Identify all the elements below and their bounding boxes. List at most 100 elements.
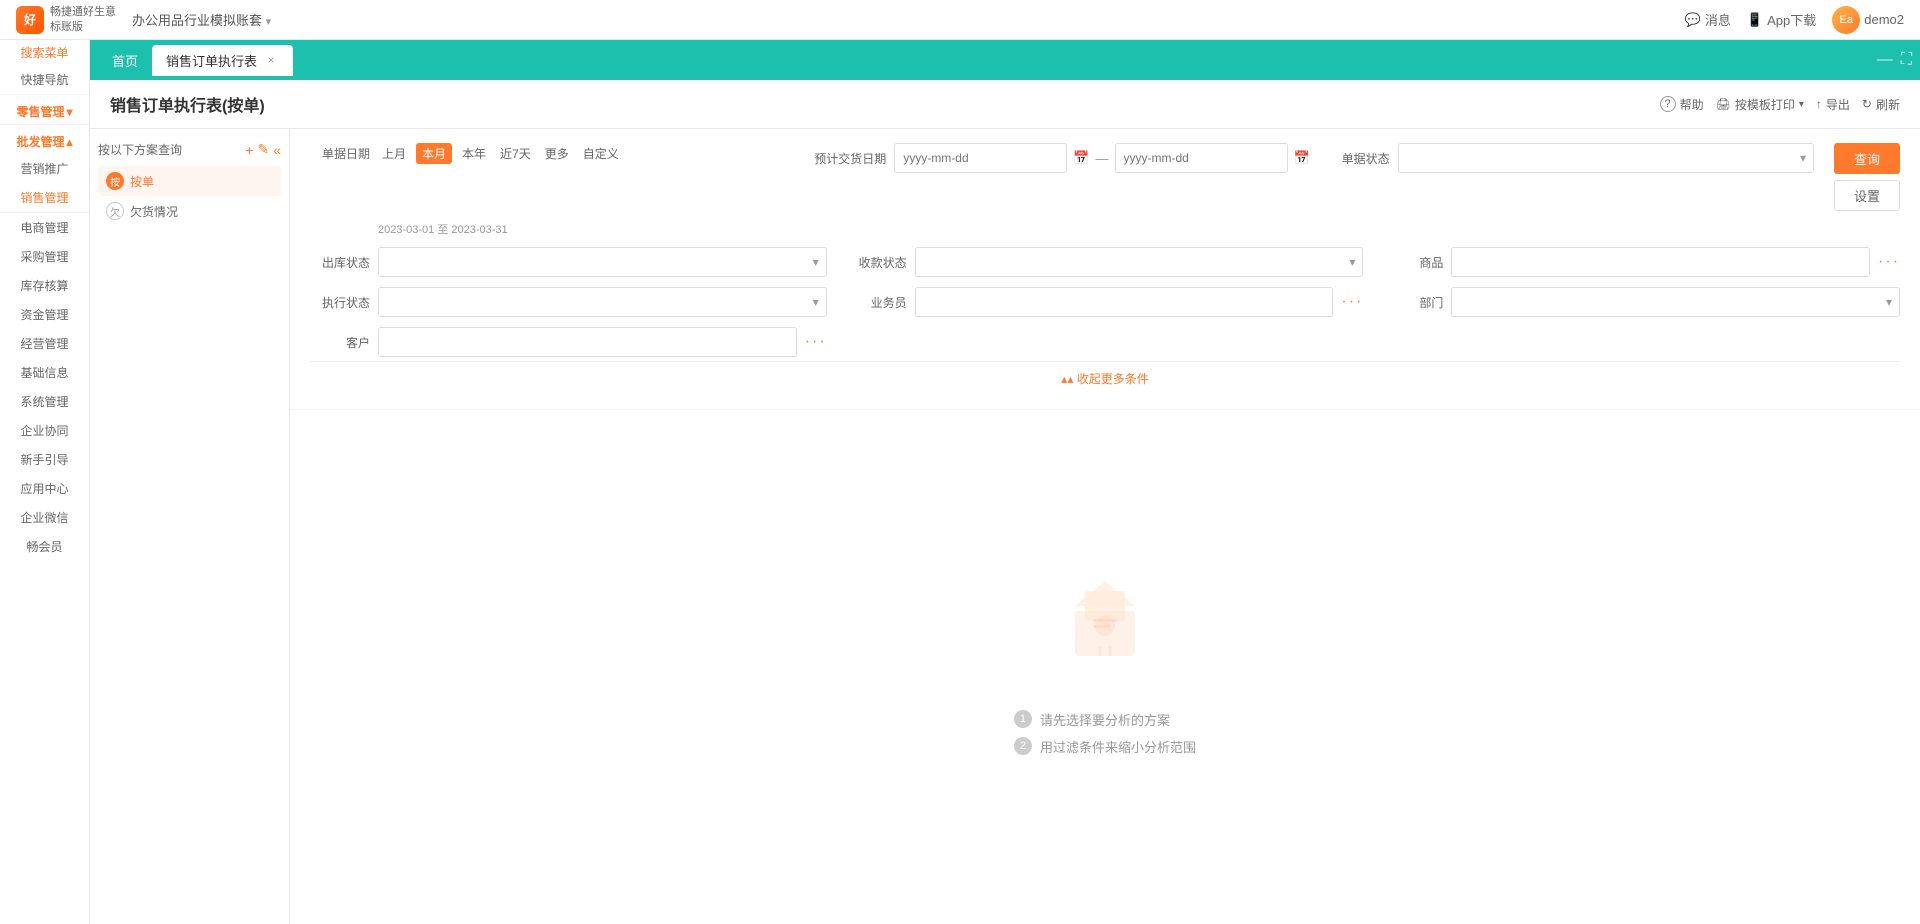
calendar-icon-1: 📅 bbox=[1073, 150, 1089, 166]
expected-date-to[interactable] bbox=[1115, 143, 1288, 173]
tab-home[interactable]: 首页 bbox=[98, 45, 152, 76]
sidebar-item-basic[interactable]: 基础信息 bbox=[0, 358, 89, 387]
print-button[interactable]: 🖨 按模板打印 ▾ bbox=[1716, 96, 1804, 113]
sidebar-wholesale-header[interactable]: 批发管理 ▴ bbox=[0, 125, 89, 154]
sidebar-item-enterprise[interactable]: 企业协同 bbox=[0, 416, 89, 445]
dept-label: 部门 bbox=[1383, 294, 1443, 311]
expected-date-label: 预计交货日期 bbox=[814, 150, 886, 167]
refresh-icon: ↻ bbox=[1862, 97, 1872, 111]
tab-sales-exec[interactable]: 销售订单执行表 × bbox=[152, 45, 293, 76]
sidebar-search-btn[interactable]: 搜索菜单 bbox=[0, 40, 89, 65]
settings-button[interactable]: 设置 bbox=[1834, 180, 1900, 211]
sidebar-item-finance[interactable]: 资金管理 bbox=[0, 300, 89, 329]
sidebar-item-apps[interactable]: 应用中心 bbox=[0, 474, 89, 503]
tab-maximize-btn[interactable]: ⛶ bbox=[1901, 51, 1912, 69]
dept-select-wrap bbox=[1451, 287, 1900, 317]
page-title: 销售订单执行表(按单) bbox=[110, 92, 265, 128]
date-tab-year[interactable]: 本年 bbox=[458, 143, 490, 164]
left-panel-actions: + ✎ « bbox=[245, 141, 281, 158]
chevron-up-icon: ▴ bbox=[66, 135, 72, 149]
sidebar-item-members[interactable]: 畅会员 bbox=[0, 532, 89, 561]
dept-select[interactable] bbox=[1451, 287, 1900, 317]
export-icon: ↑ bbox=[1816, 97, 1822, 111]
scheme-item-2[interactable]: 欠 欠货情况 bbox=[98, 196, 281, 226]
main-layout: 搜索菜单 快捷导航 零售管理 ▾ 批发管理 ▴ 营销推广 销售管理 电商管理 采… bbox=[0, 40, 1920, 924]
scheme-item-1[interactable]: 按 按单 bbox=[98, 166, 281, 196]
message-icon: 💬 bbox=[1685, 12, 1701, 28]
user-menu[interactable]: Ea demo2 bbox=[1832, 6, 1904, 34]
edit-scheme-icon[interactable]: ✎ bbox=[257, 141, 269, 158]
help-button[interactable]: ? 帮助 bbox=[1660, 96, 1704, 113]
search-button[interactable]: 查询 bbox=[1834, 143, 1900, 174]
sidebar-item-wechat[interactable]: 企业微信 bbox=[0, 503, 89, 532]
payment-select-wrap bbox=[915, 247, 1364, 277]
sidebar-item-operations[interactable]: 经营管理 bbox=[0, 329, 89, 358]
customer-label: 客户 bbox=[310, 334, 370, 351]
customer-dots-icon[interactable]: ··· bbox=[805, 333, 827, 351]
print-dropdown-icon: ▾ bbox=[1799, 99, 1804, 110]
sidebar-item-sales[interactable]: 销售管理 bbox=[0, 183, 89, 212]
sidebar-item-purchase[interactable]: 采购管理 bbox=[0, 242, 89, 271]
help-icon: ? bbox=[1660, 96, 1676, 112]
outstock-label: 出库状态 bbox=[310, 254, 370, 271]
left-panel-header: 按以下方案查询 + ✎ « bbox=[98, 141, 281, 158]
collapse-icon: ▴▴ bbox=[1061, 372, 1073, 386]
customer-input[interactable] bbox=[378, 327, 797, 357]
app-title[interactable]: 办公用品行业模拟账套 ▾ bbox=[132, 10, 271, 29]
logo-text: 畅捷通好生意 标账版 bbox=[50, 5, 116, 34]
scheme-icon-1: 按 bbox=[106, 172, 124, 190]
date-tab-more[interactable]: 更多 bbox=[541, 143, 573, 164]
sidebar-item-quick-nav[interactable]: 快捷导航 bbox=[0, 65, 89, 95]
page-header: 销售订单执行表(按单) ? 帮助 🖨 按模板打印 ▾ ↑ 导出 ↻ 刷新 bbox=[90, 80, 1920, 129]
date-tab-custom[interactable]: 自定义 bbox=[579, 143, 623, 164]
date-range-display: 2023-03-01 至 2023-03-31 bbox=[378, 221, 508, 237]
sidebar-item-marketing[interactable]: 营销推广 bbox=[0, 154, 89, 183]
sidebar-retail-header[interactable]: 零售管理 ▾ bbox=[0, 95, 89, 124]
tab-minimize-btn[interactable]: — bbox=[1877, 51, 1893, 69]
tab-close-icon[interactable]: × bbox=[263, 52, 279, 68]
add-scheme-icon[interactable]: + bbox=[245, 142, 253, 158]
sidebar: 搜索菜单 快捷导航 零售管理 ▾ 批发管理 ▴ 营销推广 销售管理 电商管理 采… bbox=[0, 40, 90, 924]
exec-select[interactable] bbox=[378, 287, 827, 317]
goods-label: 商品 bbox=[1383, 254, 1443, 271]
salesperson-label: 业务员 bbox=[847, 294, 907, 311]
exec-select-wrap bbox=[378, 287, 827, 317]
export-button[interactable]: ↑ 导出 bbox=[1816, 96, 1850, 113]
page-header-actions: ? 帮助 🖨 按模板打印 ▾ ↑ 导出 ↻ 刷新 bbox=[1660, 96, 1900, 125]
goods-dots-icon[interactable]: ··· bbox=[1878, 253, 1900, 271]
app-download-button[interactable]: 📱 App下载 bbox=[1747, 10, 1816, 29]
tab-bar: 首页 销售订单执行表 × — ⛶ bbox=[90, 40, 1920, 80]
message-button[interactable]: 💬 消息 bbox=[1685, 10, 1731, 29]
chevron-down-icon: ▾ bbox=[66, 105, 72, 119]
collapse-panel-icon[interactable]: « bbox=[273, 142, 281, 158]
sidebar-section-retail: 零售管理 ▾ bbox=[0, 95, 89, 125]
date-tab-prev[interactable]: 上月 bbox=[378, 143, 410, 164]
payment-label: 收款状态 bbox=[847, 254, 907, 271]
avatar: Ea bbox=[1832, 6, 1860, 34]
app-download-icon: 📱 bbox=[1747, 12, 1763, 28]
empty-state: 1 请先选择要分析的方案 2 用过滤条件来缩小分析范围 bbox=[290, 410, 1920, 924]
expected-date-from[interactable] bbox=[894, 143, 1067, 173]
date-tab-curr[interactable]: 本月 bbox=[416, 143, 452, 164]
payment-select[interactable] bbox=[915, 247, 1364, 277]
sidebar-item-system[interactable]: 系统管理 bbox=[0, 387, 89, 416]
goods-input[interactable] bbox=[1451, 247, 1870, 277]
doc-status-select-wrap bbox=[1398, 143, 1814, 173]
expected-date-row: 📅 — 📅 bbox=[894, 143, 1309, 173]
sidebar-item-ecommerce[interactable]: 电商管理 bbox=[0, 213, 89, 242]
sidebar-item-newbie[interactable]: 新手引导 bbox=[0, 445, 89, 474]
doc-status-label: 单据状态 bbox=[1330, 150, 1390, 167]
refresh-button[interactable]: ↻ 刷新 bbox=[1862, 96, 1900, 113]
hint-num-2: 2 bbox=[1014, 737, 1032, 755]
calendar-icon-2: 📅 bbox=[1294, 150, 1310, 166]
sidebar-item-inventory[interactable]: 库存核算 bbox=[0, 271, 89, 300]
date-tab-7days[interactable]: 近7天 bbox=[496, 143, 535, 164]
hint-num-1: 1 bbox=[1014, 710, 1032, 728]
salesperson-dots-icon[interactable]: ··· bbox=[1341, 293, 1363, 311]
doc-status-select[interactable] bbox=[1398, 143, 1814, 173]
collapse-button[interactable]: ▴▴ 收起更多条件 bbox=[310, 361, 1900, 395]
salesperson-input[interactable] bbox=[915, 287, 1334, 317]
outstock-select[interactable] bbox=[378, 247, 827, 277]
left-panel: 按以下方案查询 + ✎ « 按 按单 欠 欠货情况 bbox=[90, 129, 290, 924]
content-area: 首页 销售订单执行表 × — ⛶ 销售订单执行表(按单) ? 帮助 🖨 bbox=[90, 40, 1920, 924]
